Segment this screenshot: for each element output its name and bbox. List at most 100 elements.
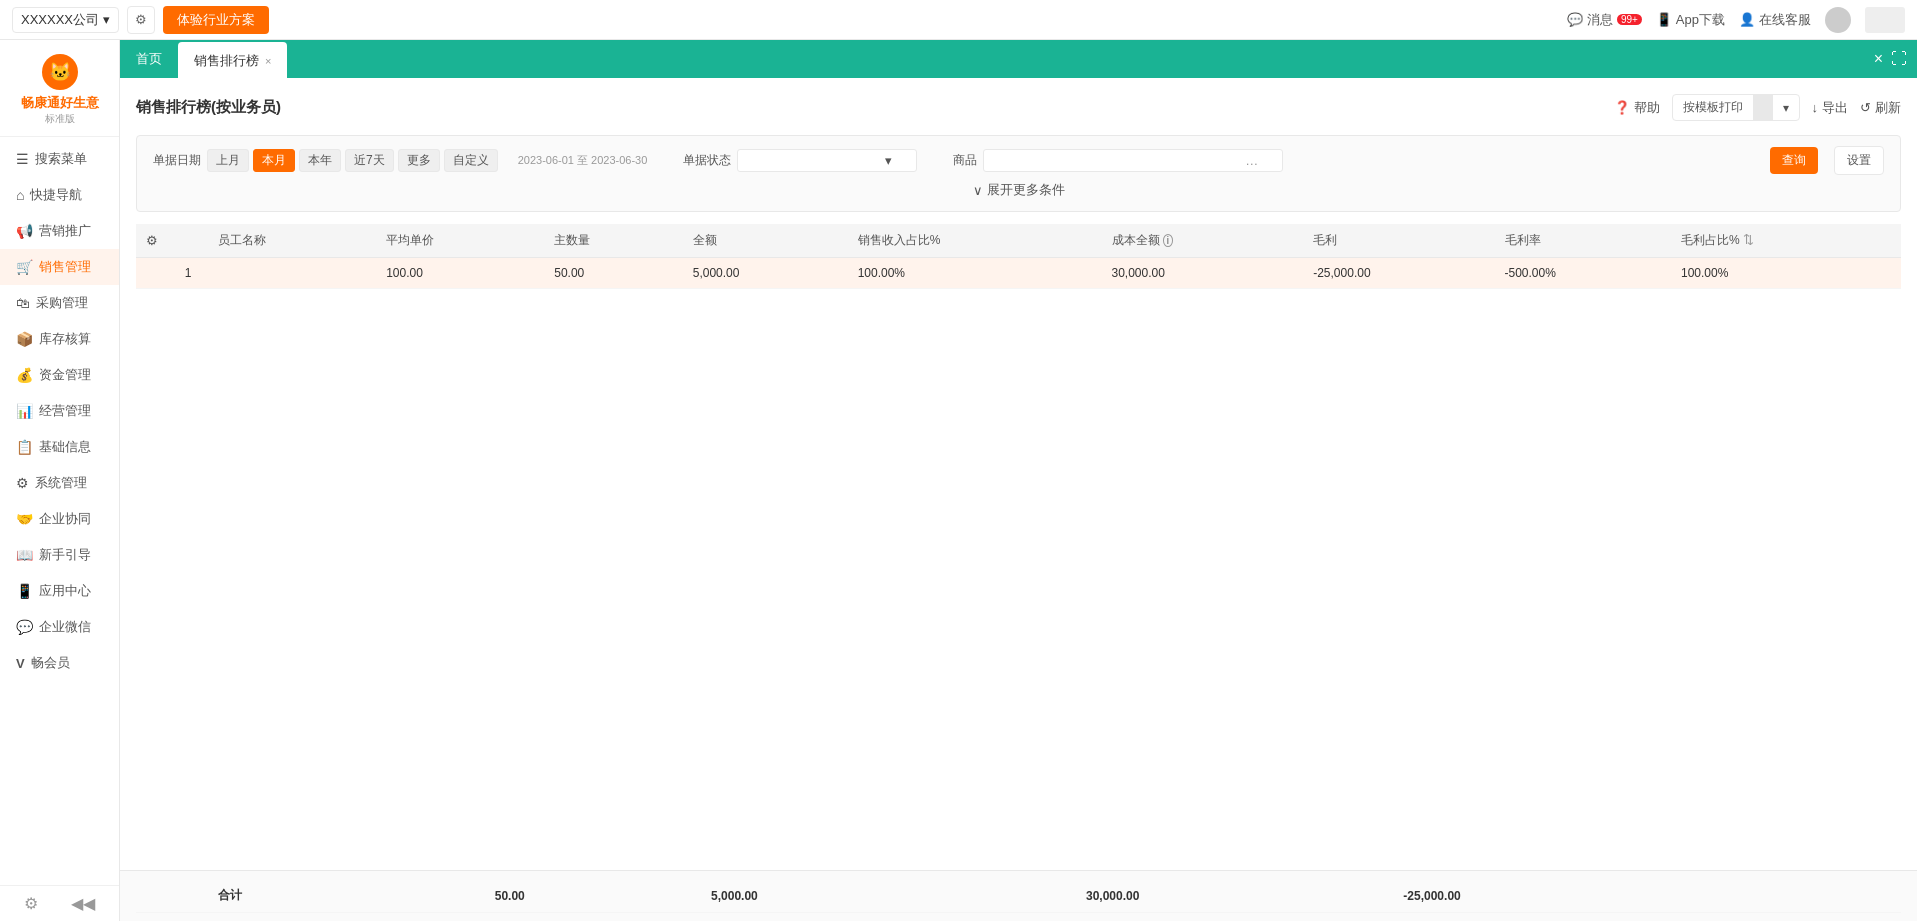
column-settings-icon[interactable]: ⚙ bbox=[146, 233, 158, 248]
tab-sales-rank[interactable]: 销售排行榜 × bbox=[178, 42, 287, 80]
th-name: 员工名称 bbox=[208, 224, 376, 258]
query-button[interactable]: 查询 bbox=[1770, 147, 1818, 174]
sidebar-item-apps[interactable]: 📱 应用中心 bbox=[0, 573, 119, 609]
export-icon: ↓ bbox=[1812, 100, 1819, 115]
settings-button[interactable]: ⚙ bbox=[127, 6, 155, 34]
expand-more-button[interactable]: ∨ 展开更多条件 bbox=[153, 175, 1884, 201]
sidebar-item-finance[interactable]: 💰 资金管理 bbox=[0, 357, 119, 393]
td-settings bbox=[136, 258, 168, 289]
data-table: ⚙ 员工名称 平均单价 主数量 全额 销售收入占比% 成本全额 i 毛利 毛利率… bbox=[136, 224, 1901, 289]
sidebar-item-label: 企业协同 bbox=[39, 510, 91, 528]
td-gross-rate: -500.00% bbox=[1495, 258, 1671, 289]
trial-button[interactable]: 体验行业方案 bbox=[163, 6, 269, 34]
date-range-display: 2023-06-01 至 2023-06-30 bbox=[514, 153, 648, 168]
date-last-7-days[interactable]: 近7天 bbox=[345, 149, 394, 172]
sidebar-item-marketing[interactable]: 📢 营销推广 bbox=[0, 213, 119, 249]
sidebar-item-sales[interactable]: 🛒 销售管理 bbox=[0, 249, 119, 285]
table-header-row: ⚙ 员工名称 平均单价 主数量 全额 销售收入占比% 成本全额 i 毛利 毛利率… bbox=[136, 224, 1901, 258]
summary-table: 合计 50.00 5,000.00 30,000.00 -25,000.00 bbox=[136, 879, 1901, 913]
tab-close-icon[interactable]: × bbox=[265, 55, 271, 67]
split-divider bbox=[1753, 95, 1773, 120]
sidebar-item-wechat[interactable]: 💬 企业微信 bbox=[0, 609, 119, 645]
date-this-year[interactable]: 本年 bbox=[299, 149, 341, 172]
refresh-button[interactable]: ↺ 刷新 bbox=[1860, 99, 1901, 117]
gear-icon: ⚙ bbox=[135, 12, 147, 27]
sidebar-item-member[interactable]: V 畅会员 bbox=[0, 645, 119, 681]
th-cost: 成本全额 i bbox=[1102, 224, 1304, 258]
expand-label: 展开更多条件 bbox=[987, 181, 1065, 199]
marketing-icon: 📢 bbox=[16, 223, 33, 239]
app-download-button[interactable]: 📱 App下载 bbox=[1656, 11, 1725, 29]
status-filter: 单据状态 ▾ bbox=[683, 149, 917, 172]
help-button[interactable]: ❓ 帮助 bbox=[1614, 99, 1660, 117]
top-bar-left: XXXXXX公司 ▾ ⚙ 体验行业方案 bbox=[12, 6, 269, 34]
export-button[interactable]: ↓ 导出 bbox=[1812, 99, 1849, 117]
goods-filter: 商品 … bbox=[953, 149, 1283, 172]
date-filter: 单据日期 上月 本月 本年 近7天 更多 自定义 bbox=[153, 149, 498, 172]
gross-pct-sort-icon[interactable]: ⇅ bbox=[1743, 232, 1754, 247]
status-select[interactable]: ▾ bbox=[737, 149, 917, 172]
sidebar-item-search-order[interactable]: ☰ 搜索菜单 bbox=[0, 141, 119, 177]
date-custom[interactable]: 自定义 bbox=[444, 149, 498, 172]
home-icon: ⌂ bbox=[16, 187, 24, 203]
app-download-label: App下载 bbox=[1676, 11, 1725, 29]
refresh-icon: ↺ bbox=[1860, 100, 1871, 115]
settings-button-filter[interactable]: 设置 bbox=[1834, 146, 1884, 175]
td-amount: 5,000.00 bbox=[683, 258, 848, 289]
sidebar-item-operations[interactable]: 📊 经营管理 bbox=[0, 393, 119, 429]
tab-bar: 首页 销售排行榜 × × ⛶ bbox=[120, 40, 1917, 78]
sidebar-item-basic-info[interactable]: 📋 基础信息 bbox=[0, 429, 119, 465]
filter-line-1: 单据日期 上月 本月 本年 近7天 更多 自定义 2023-06-01 至 20… bbox=[153, 146, 1884, 175]
th-avg-price: 平均单价 bbox=[376, 224, 544, 258]
window-close-icon[interactable]: × bbox=[1874, 50, 1883, 68]
page-content: 销售排行榜(按业务员) ❓ 帮助 按模板打印 ▾ ↓ 导出 bbox=[120, 78, 1917, 870]
online-service-button[interactable]: 👤 在线客服 bbox=[1739, 11, 1811, 29]
export-label: 导出 bbox=[1822, 99, 1848, 117]
logo-title: 畅康通好生意 bbox=[21, 94, 99, 112]
summary-gross-rate-cell bbox=[1728, 879, 1814, 913]
goods-more-icon[interactable]: … bbox=[1245, 153, 1258, 168]
finance-icon: 💰 bbox=[16, 367, 33, 383]
th-gross: 毛利 bbox=[1303, 224, 1494, 258]
tab-home[interactable]: 首页 bbox=[120, 40, 178, 78]
template-print-button[interactable]: 按模板打印 ▾ bbox=[1672, 94, 1800, 121]
filter-row: 单据日期 上月 本月 本年 近7天 更多 自定义 2023-06-01 至 20… bbox=[136, 135, 1901, 212]
purchase-icon: 🛍 bbox=[16, 295, 30, 311]
window-expand-icon[interactable]: ⛶ bbox=[1891, 50, 1907, 68]
user-info[interactable] bbox=[1865, 7, 1905, 33]
summary-gross-pct-cell bbox=[1814, 879, 1901, 913]
sidebar-item-cooperation[interactable]: 🤝 企业协同 bbox=[0, 501, 119, 537]
date-more[interactable]: 更多 bbox=[398, 149, 440, 172]
sidebar-item-label: 应用中心 bbox=[39, 582, 91, 600]
logo-icon: 🐱 bbox=[42, 54, 78, 90]
cost-info-icon[interactable]: i bbox=[1163, 234, 1173, 247]
goods-select[interactable]: … bbox=[983, 149, 1283, 172]
app-icon: 📱 bbox=[1656, 12, 1672, 27]
print-dropdown-icon[interactable]: ▾ bbox=[1773, 97, 1799, 119]
summary-sales-pct-cell bbox=[990, 879, 1076, 913]
avatar[interactable] bbox=[1825, 7, 1851, 33]
sidebar-item-inventory[interactable]: 📦 库存核算 bbox=[0, 321, 119, 357]
th-sales-pct: 销售收入占比% bbox=[848, 224, 1102, 258]
page-title: 销售排行榜(按业务员) bbox=[136, 98, 281, 117]
sidebar-item-label: 搜索菜单 bbox=[35, 150, 87, 168]
sidebar-item-quick-nav[interactable]: ⌂ 快捷导航 bbox=[0, 177, 119, 213]
guide-icon: 📖 bbox=[16, 547, 33, 563]
wechat-icon: 💬 bbox=[16, 619, 33, 635]
sidebar-item-purchase[interactable]: 🛍 采购管理 bbox=[0, 285, 119, 321]
sidebar-collapse-icon[interactable]: ◀◀ bbox=[71, 894, 95, 913]
date-last-month[interactable]: 上月 bbox=[207, 149, 249, 172]
date-this-month[interactable]: 本月 bbox=[253, 149, 295, 172]
member-icon: V bbox=[16, 656, 25, 671]
cooperation-icon: 🤝 bbox=[16, 511, 33, 527]
td-cost: 30,000.00 bbox=[1102, 258, 1304, 289]
tab-bar-right: × ⛶ bbox=[1874, 50, 1917, 68]
sidebar-item-guide[interactable]: 📖 新手引导 bbox=[0, 537, 119, 573]
company-selector[interactable]: XXXXXX公司 ▾ bbox=[12, 7, 119, 33]
refresh-label: 刷新 bbox=[1875, 99, 1901, 117]
message-button[interactable]: 💬 消息 99+ bbox=[1567, 11, 1642, 29]
sidebar-settings-icon[interactable]: ⚙ bbox=[24, 894, 38, 913]
sidebar-item-label: 系统管理 bbox=[35, 474, 87, 492]
sidebar-item-system[interactable]: ⚙ 系统管理 bbox=[0, 465, 119, 501]
th-settings[interactable]: ⚙ bbox=[136, 224, 168, 258]
